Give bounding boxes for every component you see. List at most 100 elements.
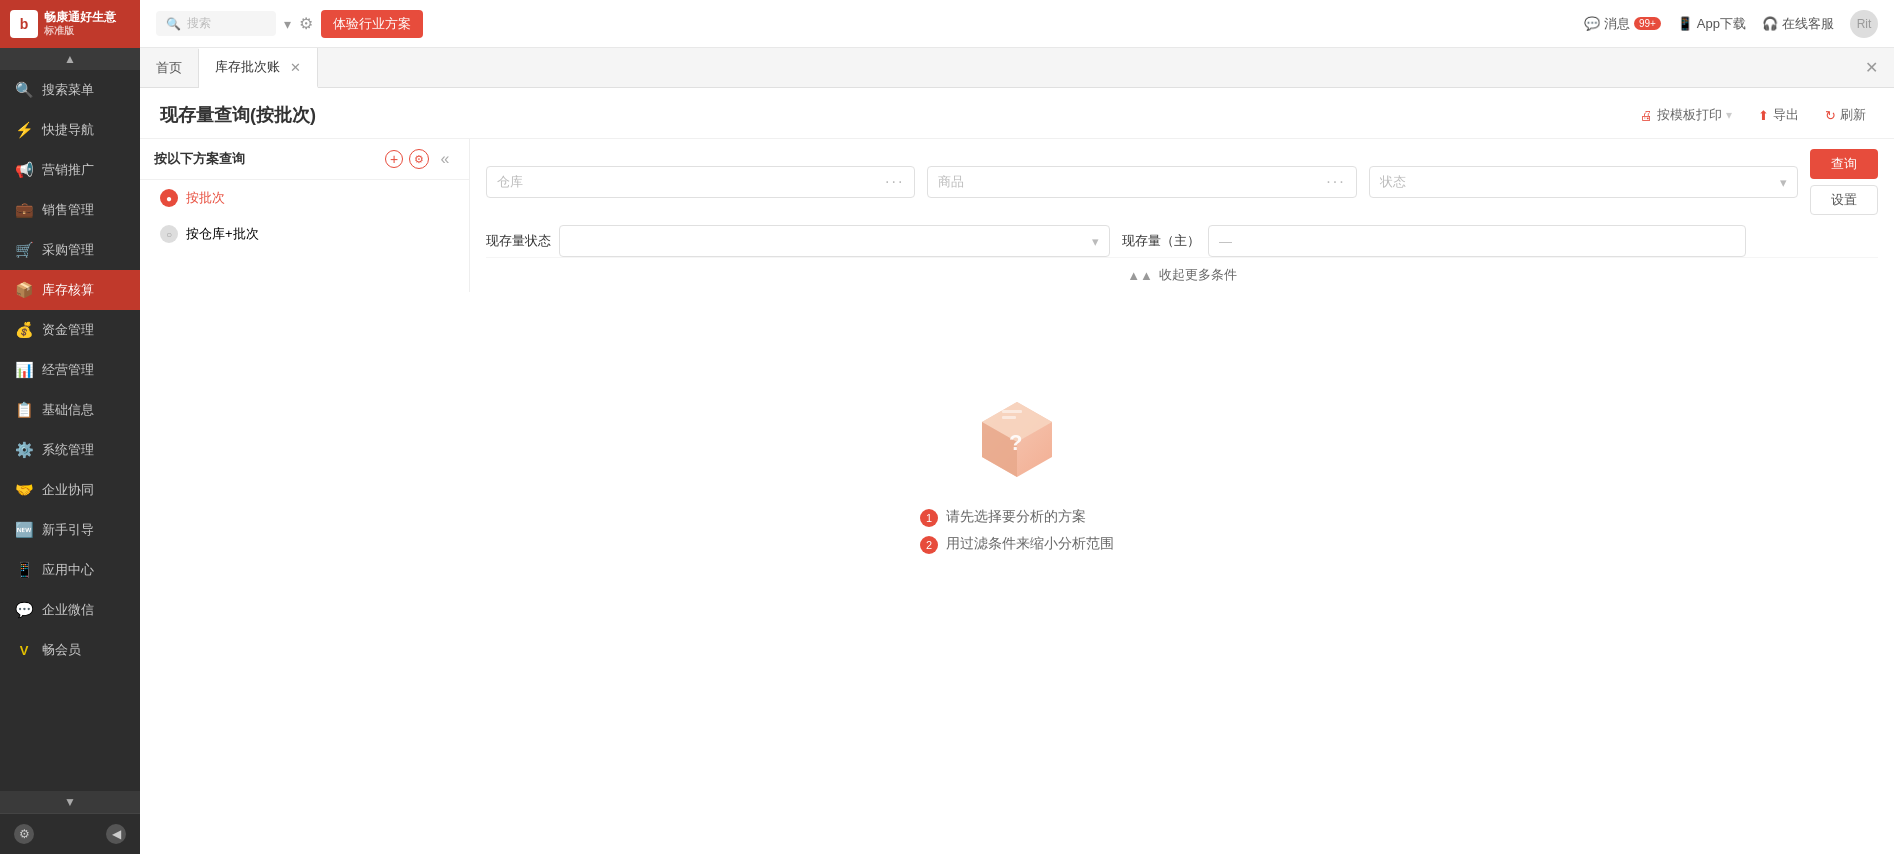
sidebar-item-label: 库存核算 <box>42 281 94 299</box>
inventory-qty-input[interactable]: — <box>1208 225 1746 257</box>
member-icon: V <box>14 640 34 660</box>
export-icon: ⬆ <box>1758 108 1769 123</box>
svg-text:?: ? <box>1009 430 1022 455</box>
collapse-more-btn[interactable]: ▲▲ 收起更多条件 <box>486 257 1878 292</box>
settings-footer-btn[interactable]: ⚙ <box>14 824 34 844</box>
product-dots: ··· <box>1326 173 1345 191</box>
sidebar-item-label: 基础信息 <box>42 401 94 419</box>
messages-btn[interactable]: 💬 消息 99+ <box>1584 15 1661 33</box>
product-filter-field: 商品 ··· <box>927 166 1356 198</box>
sidebar-nav: 🔍 搜索菜单 ⚡ 快捷导航 📢 营销推广 💼 销售管理 🛒 采购管理 📦 库存核… <box>0 70 140 791</box>
scheme-item-batch[interactable]: ● 按批次 <box>140 180 469 216</box>
sidebar-item-wechat[interactable]: 💬 企业微信 <box>0 590 140 630</box>
inventory-qty-label: 现存量（主） <box>1122 232 1200 250</box>
tip-number-1: 1 <box>920 509 938 527</box>
scroll-down-indicator[interactable]: ▼ <box>0 791 140 813</box>
tab-inventory-batch-label: 库存批次账 <box>215 58 280 76</box>
scheme-warehouse-batch-label: 按仓库+批次 <box>186 225 259 243</box>
warehouse-input[interactable]: 仓库 ··· <box>486 166 915 198</box>
sidebar-item-operations[interactable]: 📊 经营管理 <box>0 350 140 390</box>
scroll-up-indicator[interactable]: ▲ <box>0 48 140 70</box>
tip-text-2: 用过滤条件来缩小分析范围 <box>946 535 1114 553</box>
sidebar-item-inventory[interactable]: 📦 库存核算 <box>0 270 140 310</box>
refresh-icon: ↻ <box>1825 108 1836 123</box>
tip-text-1: 请先选择要分析的方案 <box>946 508 1086 526</box>
sidebar-item-apps[interactable]: 📱 应用中心 <box>0 550 140 590</box>
sidebar-item-enterprise[interactable]: 🤝 企业协同 <box>0 470 140 510</box>
print-btn[interactable]: 🖨 按模板打印 ▾ <box>1632 102 1740 128</box>
headset-icon: 🎧 <box>1762 16 1778 31</box>
scheme-settings-icon[interactable]: ⚙ <box>409 149 429 169</box>
empty-tip-2: 2 用过滤条件来缩小分析范围 <box>920 535 1114 554</box>
refresh-btn[interactable]: ↻ 刷新 <box>1817 102 1874 128</box>
user-avatar-area[interactable]: Rit <box>1850 10 1878 38</box>
sidebar-item-label: 采购管理 <box>42 241 94 259</box>
topbar: 🔍 搜索 ▾ ⚙ 体验行业方案 💬 消息 99+ 📱 App下载 🎧 在线客服 <box>140 0 1894 48</box>
tab-inventory-batch[interactable]: 库存批次账 ✕ <box>199 48 318 88</box>
wechat-icon: 💬 <box>14 600 34 620</box>
sidebar-item-basic[interactable]: 📋 基础信息 <box>0 390 140 430</box>
left-panel-actions: + ⚙ « <box>385 149 455 169</box>
warehouse-filter-field: 仓库 ··· <box>486 166 915 198</box>
sidebar-item-label: 快捷导航 <box>42 121 94 139</box>
company-name: 畅康通好生意 <box>44 10 116 24</box>
product-label: 商品 <box>938 173 964 191</box>
inventory-status-label: 现存量状态 <box>486 232 551 250</box>
experience-btn[interactable]: 体验行业方案 <box>321 10 423 38</box>
search-icon: 🔍 <box>166 17 181 31</box>
sidebar-item-label: 企业微信 <box>42 601 94 619</box>
inventory-status-dropdown-icon: ▾ <box>1092 234 1099 249</box>
add-scheme-btn[interactable]: + <box>385 150 403 168</box>
product-input[interactable]: 商品 ··· <box>927 166 1356 198</box>
page-header-actions: 🖨 按模板打印 ▾ ⬆ 导出 ↻ 刷新 <box>1632 102 1874 128</box>
right-filter-area: 仓库 ··· 商品 ··· 状态 ▾ <box>470 139 1894 292</box>
collapse-panel-icon[interactable]: « <box>435 149 455 169</box>
sidebar-item-label: 销售管理 <box>42 201 94 219</box>
app-download-btn[interactable]: 📱 App下载 <box>1677 15 1746 33</box>
inventory-status-input[interactable]: ▾ <box>559 225 1110 257</box>
close-all-icon[interactable]: ✕ <box>1865 58 1878 77</box>
print-icon: 🖨 <box>1640 108 1653 123</box>
status-label: 状态 <box>1380 173 1406 191</box>
settings-icon[interactable]: ⚙ <box>299 14 313 33</box>
sidebar-item-search[interactable]: 🔍 搜索菜单 <box>0 70 140 110</box>
left-panel-header: 按以下方案查询 + ⚙ « <box>140 139 469 180</box>
global-search[interactable]: 🔍 搜索 <box>156 11 276 36</box>
collapse-sidebar-btn[interactable]: ◀ <box>106 824 126 844</box>
status-filter-field: 状态 ▾ <box>1369 166 1798 198</box>
sidebar-item-newbie[interactable]: 🆕 新手引导 <box>0 510 140 550</box>
scheme-item-warehouse-batch[interactable]: ○ 按仓库+批次 <box>140 216 469 252</box>
system-icon: ⚙️ <box>14 440 34 460</box>
scheme-inactive-dot: ○ <box>160 225 178 243</box>
topbar-right: 💬 消息 99+ 📱 App下载 🎧 在线客服 Rit <box>1584 10 1878 38</box>
apps-icon: 📱 <box>14 560 34 580</box>
filter-action-buttons: 查询 设置 <box>1810 149 1878 215</box>
sidebar-item-sales[interactable]: 💼 销售管理 <box>0 190 140 230</box>
sidebar-footer: ⚙ ◀ <box>0 813 140 854</box>
export-btn[interactable]: ⬆ 导出 <box>1750 102 1807 128</box>
tab-home[interactable]: 首页 <box>140 49 199 87</box>
sidebar-item-shortcuts[interactable]: ⚡ 快捷导航 <box>0 110 140 150</box>
sidebar-item-label: 畅会员 <box>42 641 81 659</box>
sidebar-item-purchase[interactable]: 🛒 采购管理 <box>0 230 140 270</box>
left-panel-title: 按以下方案查询 <box>154 150 245 168</box>
dropdown-arrow-icon[interactable]: ▾ <box>284 16 291 32</box>
page-header: 现存量查询(按批次) 🖨 按模板打印 ▾ ⬆ 导出 ↻ 刷新 <box>140 88 1894 139</box>
print-dropdown-icon[interactable]: ▾ <box>1726 108 1732 122</box>
close-tab-icon[interactable]: ✕ <box>290 60 301 75</box>
collapse-label: 收起更多条件 <box>1159 266 1237 284</box>
purchase-icon: 🛒 <box>14 240 34 260</box>
status-input[interactable]: 状态 ▾ <box>1369 166 1798 198</box>
sidebar-item-marketing[interactable]: 📢 营销推广 <box>0 150 140 190</box>
empty-state: ? 1 请先选择要分析的方案 2 用过滤条件来缩小分析范围 <box>140 292 1894 634</box>
sidebar-item-finance[interactable]: 💰 资金管理 <box>0 310 140 350</box>
settings-button[interactable]: 设置 <box>1810 185 1878 215</box>
warehouse-dots: ··· <box>885 173 904 191</box>
online-service-btn[interactable]: 🎧 在线客服 <box>1762 15 1834 33</box>
sidebar-item-member[interactable]: V 畅会员 <box>0 630 140 670</box>
tab-bar: 首页 库存批次账 ✕ ✕ <box>140 48 1894 88</box>
filter-row-2: 现存量状态 ▾ 现存量（主） — <box>486 225 1878 257</box>
query-button[interactable]: 查询 <box>1810 149 1878 179</box>
empty-tips: 1 请先选择要分析的方案 2 用过滤条件来缩小分析范围 <box>920 508 1114 554</box>
sidebar-item-system[interactable]: ⚙️ 系统管理 <box>0 430 140 470</box>
